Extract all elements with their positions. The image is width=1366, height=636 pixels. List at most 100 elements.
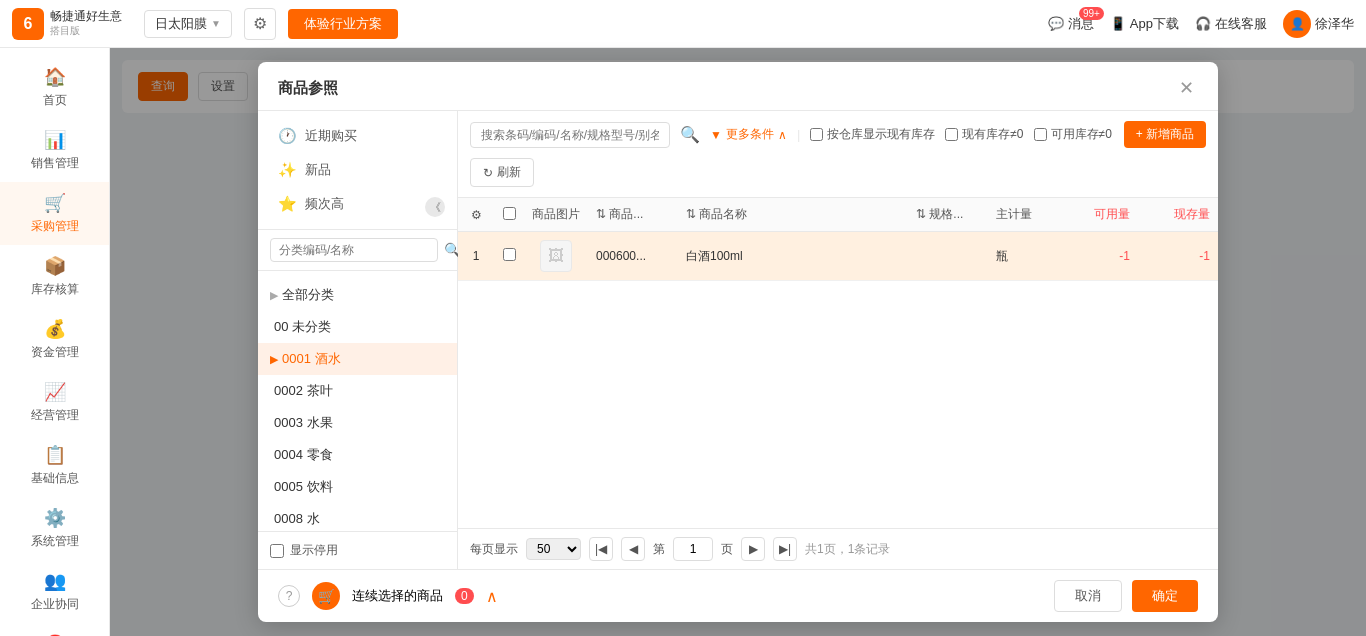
per-page-label: 每页显示: [470, 541, 518, 558]
row-check[interactable]: [494, 232, 524, 281]
select-all-checkbox[interactable]: [503, 207, 516, 220]
sales-icon: 📊: [44, 129, 66, 151]
filter-warehouse-label[interactable]: 按仓库显示现有库存: [810, 126, 935, 143]
sidebar-item-business[interactable]: 📈 经营管理: [0, 371, 109, 434]
filter-stock-ne0-label[interactable]: 现有库存≠0: [945, 126, 1023, 143]
cat-0004[interactable]: 0004 零食: [258, 439, 457, 471]
cancel-button[interactable]: 取消: [1054, 580, 1122, 612]
category-search-input[interactable]: [270, 238, 438, 262]
more-filter-button[interactable]: ▼ 更多条件 ∧: [710, 126, 787, 143]
headset-icon: 🎧: [1195, 16, 1211, 31]
trial-button[interactable]: 体验行业方案: [288, 9, 398, 39]
messages-button[interactable]: 💬 消息 99+: [1048, 15, 1094, 33]
sidebar-item-system[interactable]: ⚙️ 系统管理: [0, 497, 109, 560]
collapse-panel-button[interactable]: 《: [425, 197, 445, 217]
sidebar-item-label: 基础信息: [31, 470, 79, 487]
cat-0001[interactable]: ▶ 0001 酒水: [258, 343, 457, 375]
product-search-icon[interactable]: 🔍: [680, 125, 700, 144]
sidebar-item-purchase[interactable]: 🛒 采购管理: [0, 182, 109, 245]
help-button[interactable]: ?: [278, 585, 300, 607]
modal-footer: ? 🛒 连续选择的商品 0 ∧ 取消 确定: [258, 569, 1218, 622]
cart-count-badge: 0: [455, 588, 474, 604]
refresh-icon: ↻: [483, 166, 493, 180]
refresh-button[interactable]: ↻ 刷新: [470, 158, 534, 187]
cat-all[interactable]: ▶ 全部分类: [258, 279, 457, 311]
page-prev-button[interactable]: ◀: [621, 537, 645, 561]
cat-label: 00 未分类: [274, 318, 331, 336]
th-spec[interactable]: ⇅ 规格...: [908, 198, 988, 232]
tab-new-products[interactable]: ✨ 新品: [262, 153, 417, 187]
show-disabled-label: 显示停用: [290, 542, 338, 559]
product-search-input[interactable]: [470, 122, 670, 148]
th-settings[interactable]: ⚙: [458, 198, 494, 232]
add-product-button[interactable]: + 新增商品: [1124, 121, 1206, 148]
page-last-button[interactable]: ▶|: [773, 537, 797, 561]
tab-frequent[interactable]: ⭐ 频次高: [262, 187, 417, 221]
content-area: 查询 设置 刷新 商品参照 ✕: [110, 48, 1366, 636]
page-number-input[interactable]: 1: [673, 537, 713, 561]
row-img: 🖼: [524, 232, 588, 281]
th-check[interactable]: [494, 198, 524, 232]
cat-0005[interactable]: 0005 饮料: [258, 471, 457, 503]
filter-avail-ne0-checkbox[interactable]: [1034, 128, 1047, 141]
page-first-button[interactable]: |◀: [589, 537, 613, 561]
th-name[interactable]: ⇅ 商品名称: [678, 198, 908, 232]
cat-label: 0008 水: [274, 510, 320, 528]
filter-warehouse-checkbox[interactable]: [810, 128, 823, 141]
app-download-button[interactable]: 📱 App下载: [1110, 15, 1179, 33]
show-disabled-checkbox[interactable]: [270, 544, 284, 558]
category-tree: ▶ 全部分类 00 未分类 ▶ 0001 酒水: [258, 271, 457, 531]
per-page-select[interactable]: 50 100 200: [526, 538, 581, 560]
new-icon: ✨: [278, 161, 297, 179]
logo-icon: 6: [12, 8, 44, 40]
row-checkbox[interactable]: [503, 248, 516, 261]
total-info: 共1页，1条记录: [805, 541, 890, 558]
tab-label: 频次高: [305, 195, 344, 213]
table-row[interactable]: 1 🖼 000600...: [458, 232, 1218, 281]
sidebar-item-label: 企业协同: [31, 596, 79, 613]
cat-label: 0005 饮料: [274, 478, 333, 496]
recent-icon: 🕐: [278, 127, 297, 145]
purchase-icon: 🛒: [44, 192, 66, 214]
th-code[interactable]: ⇅ 商品...: [588, 198, 678, 232]
user-menu[interactable]: 👤 徐泽华: [1283, 10, 1354, 38]
business-icon: 📈: [44, 381, 66, 403]
filter-avail-ne0-label[interactable]: 可用库存≠0: [1034, 126, 1112, 143]
product-reference-modal: 商品参照 ✕ 🕐 近期购买: [258, 62, 1218, 622]
cat-00[interactable]: 00 未分类: [258, 311, 457, 343]
system-icon: ⚙️: [44, 507, 66, 529]
logo-sub: 搭目版: [50, 24, 122, 38]
confirm-button[interactable]: 确定: [1132, 580, 1198, 612]
filter-icon: ▼: [710, 128, 722, 142]
inventory-icon: 📦: [44, 255, 66, 277]
sidebar-item-label: 经营管理: [31, 407, 79, 424]
nav-selector[interactable]: 日太阳膜 ▼: [144, 10, 232, 38]
show-disabled-row: 显示停用: [258, 531, 457, 569]
phone-icon: 📱: [1110, 16, 1126, 31]
filter-stock-ne0-checkbox[interactable]: [945, 128, 958, 141]
tab-recent-purchase[interactable]: 🕐 近期购买: [262, 119, 417, 153]
sidebar-item-inventory[interactable]: 📦 库存核算: [0, 245, 109, 308]
modal-overlay: 商品参照 ✕ 🕐 近期购买: [110, 48, 1366, 636]
sidebar-item-home[interactable]: 🏠 首页: [0, 56, 109, 119]
cat-0002[interactable]: 0002 茶叶: [258, 375, 457, 407]
modal-title: 商品参照: [278, 79, 338, 98]
sidebar-item-basic-info[interactable]: 📋 基础信息: [0, 434, 109, 497]
cat-0003[interactable]: 0003 水果: [258, 407, 457, 439]
sidebar-item-sales[interactable]: 📊 销售管理: [0, 119, 109, 182]
cat-label: 0002 茶叶: [274, 382, 333, 400]
modal-header: 商品参照 ✕: [258, 62, 1218, 111]
cat-0008[interactable]: 0008 水: [258, 503, 457, 531]
row-spec: [908, 232, 988, 281]
sidebar-item-finance[interactable]: 💰 资金管理: [0, 308, 109, 371]
cat-label: 0003 水果: [274, 414, 333, 432]
sidebar-item-collab[interactable]: 👥 企业协同: [0, 560, 109, 623]
basic-info-icon: 📋: [44, 444, 66, 466]
expand-button[interactable]: ∧: [486, 587, 498, 606]
page-next-button[interactable]: ▶: [741, 537, 765, 561]
online-service-button[interactable]: 🎧 在线客服: [1195, 15, 1267, 33]
sort-icon: ⇅: [596, 207, 606, 221]
modal-close-button[interactable]: ✕: [1174, 76, 1198, 100]
sidebar-item-guide[interactable]: 🎯 新手引导: [0, 623, 109, 636]
gear-button[interactable]: ⚙: [244, 8, 276, 40]
